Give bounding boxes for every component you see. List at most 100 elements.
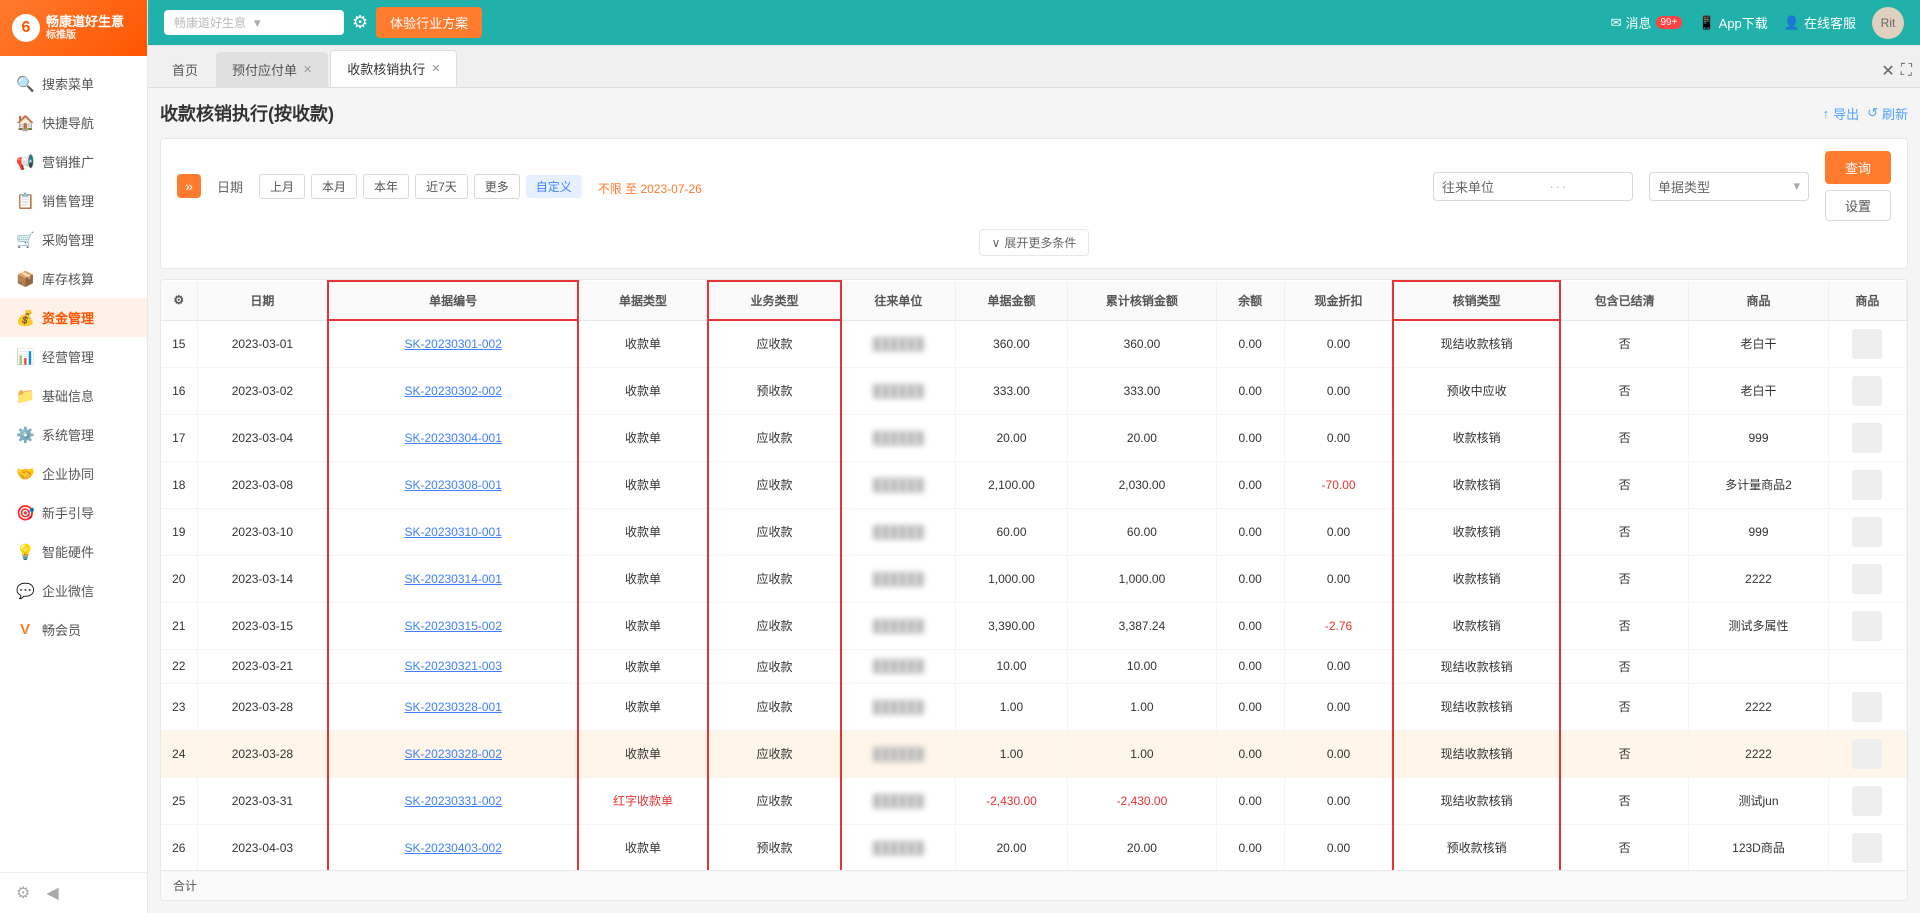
row-biz-type: 预收款 bbox=[708, 367, 841, 414]
last-7days-btn[interactable]: 近7天 bbox=[415, 174, 468, 199]
doc-no-link[interactable]: SK-20230314-001 bbox=[404, 572, 501, 586]
row-product: 2222 bbox=[1689, 730, 1828, 777]
table-row[interactable]: 19 2023-03-10 SK-20230310-001 收款单 应收款 ██… bbox=[161, 508, 1907, 555]
row-amount: 20.00 bbox=[955, 824, 1068, 870]
row-biz-type: 应收款 bbox=[708, 508, 841, 555]
this-month-btn[interactable]: 本月 bbox=[311, 174, 357, 199]
row-doc-type: 收款单 bbox=[578, 367, 708, 414]
message-item[interactable]: ✉ 消息 99+ bbox=[1611, 13, 1683, 32]
table-row[interactable]: 15 2023-03-01 SK-20230301-002 收款单 应收款 ██… bbox=[161, 320, 1907, 367]
row-cash-discount: -70.00 bbox=[1284, 461, 1393, 508]
sidebar-item-inventory[interactable]: 📦 库存核算 bbox=[0, 259, 147, 298]
table-scroll-area[interactable]: ⚙ 日期 单据编号 单据类型 业务类型 往来单位 单据金额 累计核销金额 余额 … bbox=[161, 280, 1907, 870]
table-row[interactable]: 18 2023-03-08 SK-20230308-001 收款单 应收款 ██… bbox=[161, 461, 1907, 508]
settings-icon[interactable]: ⚙ bbox=[16, 883, 30, 903]
search-icon: 🔍 bbox=[16, 75, 34, 93]
row-cash-discount: 0.00 bbox=[1284, 414, 1393, 461]
row-doc-type: 收款单 bbox=[578, 508, 708, 555]
sidebar-item-corp[interactable]: 🤝 企业协同 bbox=[0, 454, 147, 493]
table-row[interactable]: 17 2023-03-04 SK-20230304-001 收款单 应收款 ██… bbox=[161, 414, 1907, 461]
row-date: 2023-03-28 bbox=[197, 683, 328, 730]
table-row[interactable]: 16 2023-03-02 SK-20230302-002 收款单 预收款 ██… bbox=[161, 367, 1907, 414]
app-download-item[interactable]: 📱 App下载 bbox=[1698, 13, 1767, 32]
col-settings[interactable]: ⚙ bbox=[161, 281, 197, 320]
company-dropdown[interactable]: 畅康道好生意 ▾ bbox=[164, 10, 344, 35]
sidebar-item-search[interactable]: 🔍 搜索菜单 bbox=[0, 64, 147, 103]
sidebar-item-finance[interactable]: 💰 资金管理 bbox=[0, 298, 147, 337]
doc-no-link[interactable]: SK-20230308-001 bbox=[404, 478, 501, 492]
row-partner: ██████ bbox=[841, 508, 955, 555]
query-btn[interactable]: 查询 bbox=[1825, 151, 1891, 184]
table-row[interactable]: 21 2023-03-15 SK-20230315-002 收款单 应收款 ██… bbox=[161, 602, 1907, 649]
table-row[interactable]: 24 2023-03-28 SK-20230328-002 收款单 应收款 ██… bbox=[161, 730, 1907, 777]
filter-toggle-btn[interactable]: » bbox=[177, 174, 201, 198]
sidebar-label-marketing: 营销推广 bbox=[42, 152, 94, 171]
table-row[interactable]: 26 2023-04-03 SK-20230403-002 收款单 预收款 ██… bbox=[161, 824, 1907, 870]
doc-no-link[interactable]: SK-20230403-002 bbox=[404, 841, 501, 855]
doc-no-link[interactable]: SK-20230310-001 bbox=[404, 525, 501, 539]
prepay-tab-label: 预付应付单 bbox=[232, 60, 297, 79]
sidebar-item-system[interactable]: ⚙️ 系统管理 bbox=[0, 415, 147, 454]
row-include-clear: 否 bbox=[1560, 508, 1689, 555]
guide-icon: 🎯 bbox=[16, 504, 34, 522]
sidebar-label-system: 系统管理 bbox=[42, 425, 94, 444]
doc-type-filter-input[interactable]: 单据类型 ▾ bbox=[1649, 172, 1809, 201]
settings-filter-btn[interactable]: 设置 bbox=[1825, 190, 1891, 221]
tab-prepay[interactable]: 预付应付单 ✕ bbox=[216, 52, 328, 87]
row-include-clear: 否 bbox=[1560, 555, 1689, 602]
refresh-btn[interactable]: ↺ 刷新 bbox=[1867, 104, 1908, 123]
doc-no-link[interactable]: SK-20230315-002 bbox=[404, 619, 501, 633]
doc-no-link[interactable]: SK-20230331-002 bbox=[404, 794, 501, 808]
sidebar-item-guide[interactable]: 🎯 新手引导 bbox=[0, 493, 147, 532]
more-date-btn[interactable]: 更多 bbox=[474, 174, 520, 199]
doc-no-link[interactable]: SK-20230321-003 bbox=[404, 659, 501, 673]
sidebar-item-operations[interactable]: 📊 经营管理 bbox=[0, 337, 147, 376]
table-row[interactable]: 20 2023-03-14 SK-20230314-001 收款单 应收款 ██… bbox=[161, 555, 1907, 602]
doc-no-link[interactable]: SK-20230304-001 bbox=[404, 431, 501, 445]
avatar[interactable]: Rit bbox=[1872, 7, 1904, 39]
doc-no-link[interactable]: SK-20230301-002 bbox=[404, 337, 501, 351]
row-amount: 3,390.00 bbox=[955, 602, 1068, 649]
table-row[interactable]: 25 2023-03-31 SK-20230331-002 红字收款单 应收款 … bbox=[161, 777, 1907, 824]
row-balance: 0.00 bbox=[1216, 508, 1284, 555]
last-month-btn[interactable]: 上月 bbox=[259, 174, 305, 199]
row-doc-type: 收款单 bbox=[578, 730, 708, 777]
export-btn[interactable]: ↑ 导出 bbox=[1823, 104, 1860, 123]
prepay-tab-close-icon[interactable]: ✕ bbox=[303, 63, 312, 76]
doc-no-link[interactable]: SK-20230328-001 bbox=[404, 700, 501, 714]
doc-no-link[interactable]: SK-20230302-002 bbox=[404, 384, 501, 398]
collapse-icon[interactable]: ◀ bbox=[46, 883, 58, 903]
table-row[interactable]: 23 2023-03-28 SK-20230328-001 收款单 应收款 ██… bbox=[161, 683, 1907, 730]
row-date: 2023-03-14 bbox=[197, 555, 328, 602]
row-product-img bbox=[1828, 777, 1906, 824]
header-gear-icon[interactable]: ⚙ bbox=[352, 12, 368, 33]
service-label: 在线客服 bbox=[1804, 13, 1856, 32]
sidebar-item-wechat[interactable]: 💬 企业微信 bbox=[0, 571, 147, 610]
sidebar-item-sales[interactable]: 📋 销售管理 bbox=[0, 181, 147, 220]
row-doc-type: 收款单 bbox=[578, 683, 708, 730]
sidebar-item-basic[interactable]: 📁 基础信息 bbox=[0, 376, 147, 415]
date-filter-label: 日期 bbox=[217, 177, 243, 196]
row-balance: 0.00 bbox=[1216, 320, 1284, 367]
sidebar-item-hardware[interactable]: 💡 智能硬件 bbox=[0, 532, 147, 571]
expand-more-btn[interactable]: ∨ 展开更多条件 bbox=[979, 229, 1090, 256]
industry-btn[interactable]: 体验行业方案 bbox=[376, 7, 482, 38]
doc-no-link[interactable]: SK-20230328-002 bbox=[404, 747, 501, 761]
tab-receipt-exec[interactable]: 收款核销执行 ✕ bbox=[330, 50, 457, 87]
sidebar-label-corp: 企业协同 bbox=[42, 464, 94, 483]
table-row[interactable]: 22 2023-03-21 SK-20230321-003 收款单 应收款 ██… bbox=[161, 649, 1907, 683]
col-cancel-type: 核销类型 bbox=[1393, 281, 1559, 320]
row-cash-discount: 0.00 bbox=[1284, 683, 1393, 730]
sidebar-item-quick-nav[interactable]: 🏠 快捷导航 bbox=[0, 103, 147, 142]
this-year-btn[interactable]: 本年 bbox=[363, 174, 409, 199]
custom-date-btn[interactable]: 自定义 bbox=[526, 175, 582, 198]
partner-filter-input[interactable]: 往来单位 ··· bbox=[1433, 172, 1633, 201]
sidebar-item-marketing[interactable]: 📢 营销推广 bbox=[0, 142, 147, 181]
tab-close-all-icon[interactable]: ✕ bbox=[1881, 61, 1894, 81]
tab-maximize-icon[interactable]: ⛶ bbox=[1901, 62, 1912, 80]
sidebar-item-purchase[interactable]: 🛒 采购管理 bbox=[0, 220, 147, 259]
service-item[interactable]: 👤 在线客服 bbox=[1784, 13, 1856, 32]
sidebar-item-member[interactable]: V 畅会员 bbox=[0, 610, 147, 649]
tab-home[interactable]: 首页 bbox=[156, 52, 214, 87]
receipt-exec-tab-close-icon[interactable]: ✕ bbox=[431, 62, 440, 75]
